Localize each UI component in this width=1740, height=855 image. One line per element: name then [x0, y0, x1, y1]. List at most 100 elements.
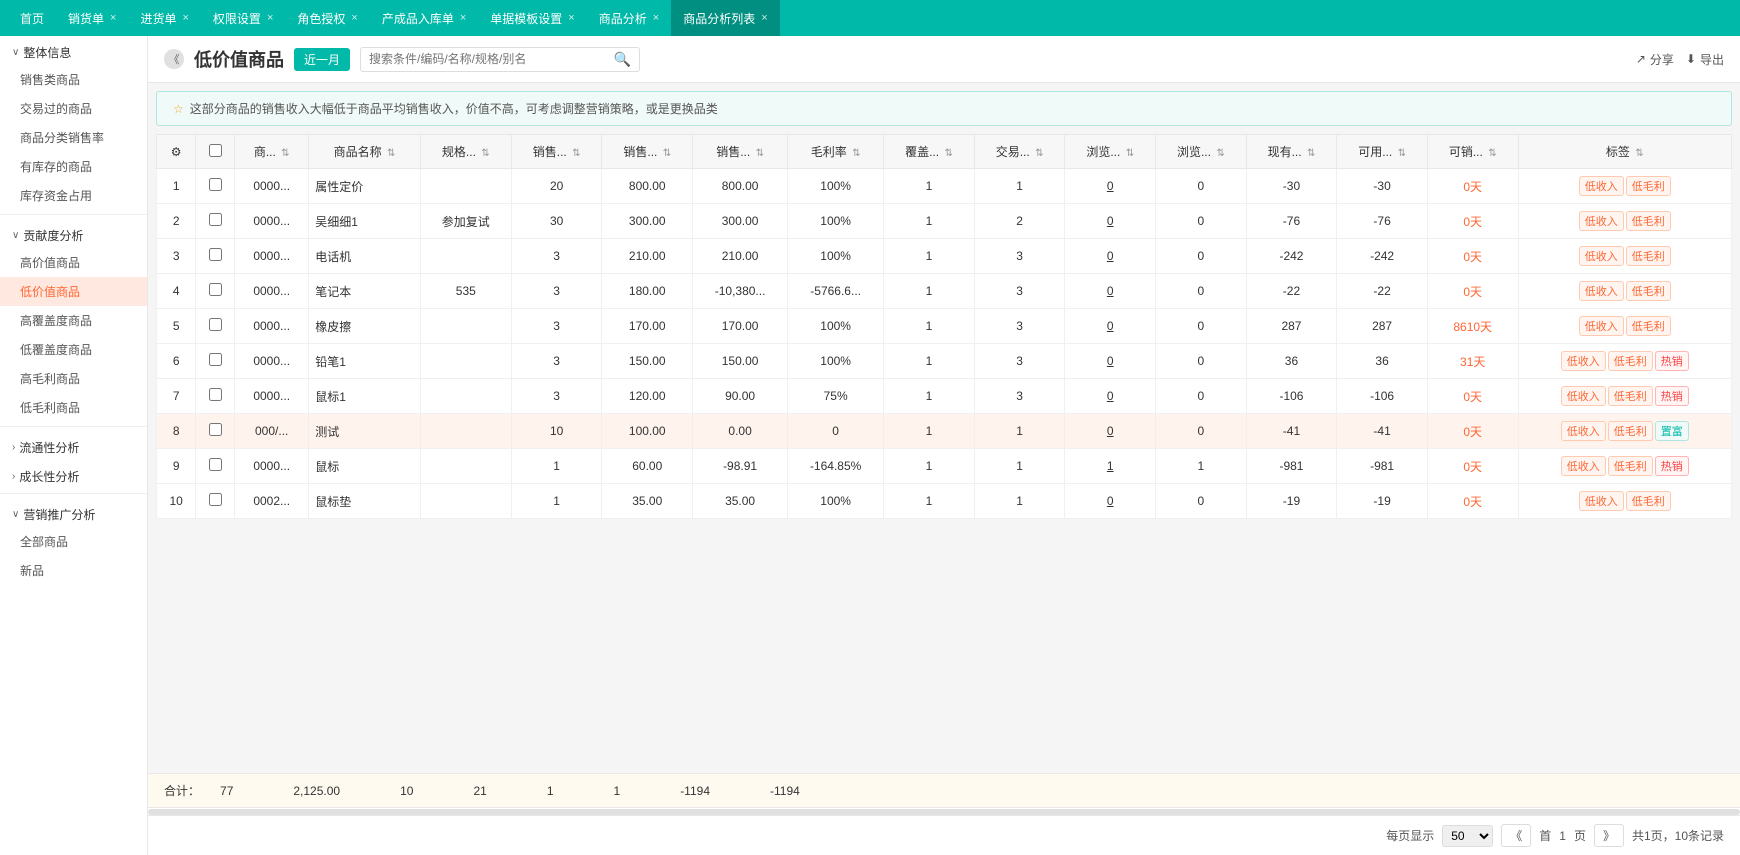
- nav-permission-settings[interactable]: 权限设置 ×: [201, 0, 285, 36]
- browse-link[interactable]: 0: [1107, 494, 1114, 508]
- browse-link[interactable]: 0: [1107, 354, 1114, 368]
- close-icon[interactable]: ×: [182, 12, 188, 24]
- row-checkbox[interactable]: [209, 423, 222, 436]
- close-icon[interactable]: ×: [653, 12, 659, 24]
- row-checkbox-cell[interactable]: [196, 344, 235, 379]
- row-checkbox[interactable]: [209, 353, 222, 366]
- sidebar-item-low-margin[interactable]: 低毛利商品: [0, 393, 147, 422]
- time-filter-button[interactable]: 近一月: [294, 48, 350, 71]
- sales-qty-column-header[interactable]: 销售... ⇅: [511, 135, 602, 169]
- nav-product-analysis[interactable]: 商品分析 ×: [587, 0, 671, 36]
- sales-amount-column-header[interactable]: 销售... ⇅: [602, 135, 693, 169]
- browse-link[interactable]: 0: [1107, 179, 1114, 193]
- sidebar-item-all-goods[interactable]: 全部商品: [0, 527, 147, 556]
- collapse-sidebar-button[interactable]: 《: [164, 49, 184, 69]
- per-page-select[interactable]: 50 100 200: [1442, 825, 1493, 847]
- nav-purchase-order[interactable]: 进货单 ×: [128, 0, 200, 36]
- row-browse1[interactable]: 0: [1065, 344, 1156, 379]
- browse-link[interactable]: 1: [1107, 459, 1114, 473]
- row-checkbox-cell[interactable]: [196, 379, 235, 414]
- nav-product-analysis-list[interactable]: 商品分析列表 ×: [671, 0, 779, 36]
- browse-link[interactable]: 0: [1107, 214, 1114, 228]
- share-button[interactable]: ↗ 分享: [1636, 51, 1674, 68]
- name-column-header[interactable]: 商品名称 ⇅: [309, 135, 421, 169]
- row-browse1[interactable]: 0: [1065, 239, 1156, 274]
- row-checkbox[interactable]: [209, 493, 222, 506]
- row-checkbox-cell[interactable]: [196, 484, 235, 519]
- browse1-column-header[interactable]: 浏览... ⇅: [1065, 135, 1156, 169]
- sidebar-group-growth[interactable]: › 成长性分析: [0, 460, 147, 489]
- sidebar-group-marketing[interactable]: ∨ 营销推广分析: [0, 498, 147, 527]
- row-checkbox-cell[interactable]: [196, 274, 235, 309]
- sidebar-item-category-sales[interactable]: 商品分类销售率: [0, 123, 147, 152]
- export-button[interactable]: ⬇ 导出: [1686, 51, 1724, 68]
- last-page-button[interactable]: 》: [1594, 824, 1624, 847]
- close-icon[interactable]: ×: [460, 12, 466, 24]
- spec-column-header[interactable]: 规格... ⇅: [420, 135, 511, 169]
- sidebar-group-liquidity[interactable]: › 流通性分析: [0, 431, 147, 460]
- nav-role-auth[interactable]: 角色授权 ×: [285, 0, 369, 36]
- code-column-header[interactable]: 商... ⇅: [235, 135, 309, 169]
- trade-column-header[interactable]: 交易... ⇅: [974, 135, 1065, 169]
- nav-home[interactable]: 首页: [8, 0, 56, 36]
- coverage-column-header[interactable]: 覆盖... ⇅: [884, 135, 975, 169]
- sidebar-group-general[interactable]: ∨ 整体信息: [0, 36, 147, 65]
- row-checkbox-cell[interactable]: [196, 449, 235, 484]
- row-checkbox[interactable]: [209, 318, 222, 331]
- sidebar-item-low-coverage[interactable]: 低覆盖度商品: [0, 335, 147, 364]
- sidebar-item-high-coverage[interactable]: 高覆盖度商品: [0, 306, 147, 335]
- sidebar-item-low-value[interactable]: 低价值商品: [0, 277, 147, 306]
- row-checkbox-cell[interactable]: [196, 239, 235, 274]
- row-checkbox[interactable]: [209, 283, 222, 296]
- row-browse1[interactable]: 0: [1065, 204, 1156, 239]
- available-column-header[interactable]: 可用... ⇅: [1337, 135, 1428, 169]
- search-icon[interactable]: 🔍: [614, 51, 631, 68]
- browse-link[interactable]: 0: [1107, 424, 1114, 438]
- browse-link[interactable]: 0: [1107, 249, 1114, 263]
- sidebar-item-traded-goods[interactable]: 交易过的商品: [0, 94, 147, 123]
- row-checkbox-cell[interactable]: [196, 204, 235, 239]
- settings-column-header[interactable]: ⚙: [157, 135, 196, 169]
- row-checkbox[interactable]: [209, 213, 222, 226]
- search-input[interactable]: [369, 52, 608, 66]
- browse2-column-header[interactable]: 浏览... ⇅: [1156, 135, 1247, 169]
- browse-link[interactable]: 0: [1107, 284, 1114, 298]
- sidebar-item-stock-funds[interactable]: 库存资金占用: [0, 181, 147, 210]
- checkbox-column-header[interactable]: [196, 135, 235, 169]
- close-icon[interactable]: ×: [568, 12, 574, 24]
- row-browse1[interactable]: 0: [1065, 379, 1156, 414]
- sellable-column-header[interactable]: 可销... ⇅: [1427, 135, 1518, 169]
- select-all-checkbox[interactable]: [209, 144, 222, 157]
- close-icon[interactable]: ×: [110, 12, 116, 24]
- sidebar-item-high-margin[interactable]: 高毛利商品: [0, 364, 147, 393]
- row-browse1[interactable]: 0: [1065, 274, 1156, 309]
- first-page-button[interactable]: 《: [1501, 824, 1531, 847]
- nav-sales-order[interactable]: 销货单 ×: [56, 0, 128, 36]
- sales-price-column-header[interactable]: 销售... ⇅: [693, 135, 788, 169]
- nav-product-warehouse[interactable]: 产成品入库单 ×: [370, 0, 478, 36]
- row-checkbox[interactable]: [209, 248, 222, 261]
- browse-link[interactable]: 0: [1107, 389, 1114, 403]
- row-browse1[interactable]: 0: [1065, 484, 1156, 519]
- sidebar-item-sales-goods[interactable]: 销售类商品: [0, 65, 147, 94]
- sidebar-item-new-goods[interactable]: 新品: [0, 556, 147, 585]
- horizontal-scrollbar[interactable]: [148, 807, 1740, 815]
- browse-link[interactable]: 0: [1107, 319, 1114, 333]
- row-checkbox-cell[interactable]: [196, 309, 235, 344]
- row-checkbox-cell[interactable]: [196, 169, 235, 204]
- row-browse1[interactable]: 1: [1065, 449, 1156, 484]
- row-browse1[interactable]: 0: [1065, 414, 1156, 449]
- close-icon[interactable]: ×: [351, 12, 357, 24]
- sidebar-item-stock-goods[interactable]: 有库存的商品: [0, 152, 147, 181]
- row-browse1[interactable]: 0: [1065, 169, 1156, 204]
- row-browse1[interactable]: 0: [1065, 309, 1156, 344]
- row-checkbox[interactable]: [209, 178, 222, 191]
- tags-column-header[interactable]: 标签 ⇅: [1518, 135, 1731, 169]
- row-checkbox-cell[interactable]: [196, 414, 235, 449]
- row-checkbox[interactable]: [209, 388, 222, 401]
- close-icon[interactable]: ×: [267, 12, 273, 24]
- sidebar-item-high-value[interactable]: 高价值商品: [0, 248, 147, 277]
- close-icon[interactable]: ×: [761, 12, 767, 24]
- row-checkbox[interactable]: [209, 458, 222, 471]
- nav-order-template[interactable]: 单据模板设置 ×: [478, 0, 586, 36]
